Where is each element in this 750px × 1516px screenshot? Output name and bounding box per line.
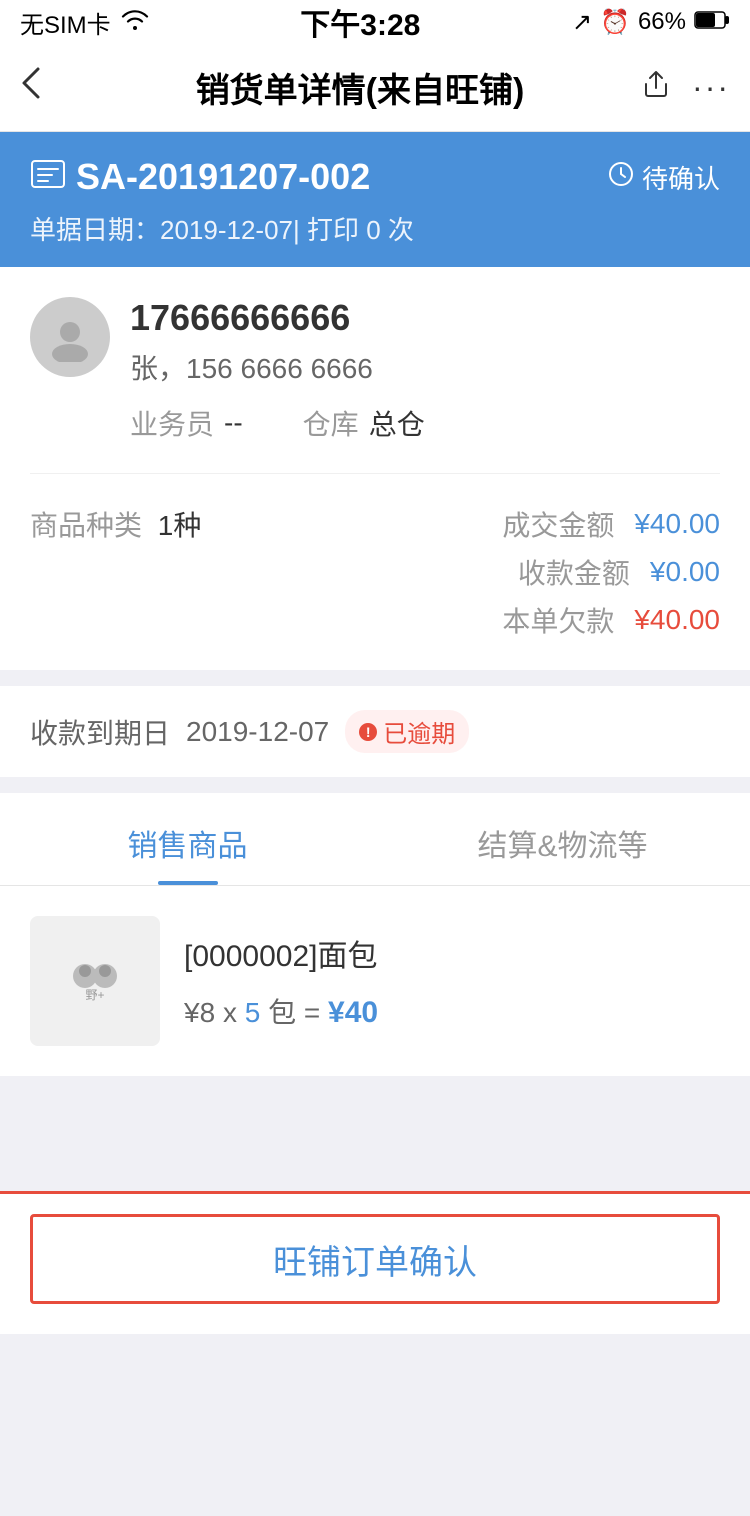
salesperson-value: -- — [224, 407, 243, 439]
received-row: 收款金额 ¥0.00 — [518, 552, 720, 592]
salesperson-meta: 业务员 -- — [130, 403, 243, 443]
confirm-order-button[interactable]: 旺铺订单确认 — [30, 1214, 720, 1304]
tab-sales-products[interactable]: 销售商品 — [0, 793, 375, 885]
order-number: SA-20191207-002 — [30, 156, 370, 198]
more-icon[interactable]: ··· — [692, 69, 730, 106]
tab-settlement-logistics[interactable]: 结算&物流等 — [375, 793, 750, 885]
page-title: 销货单详情(来自旺铺) — [80, 63, 640, 112]
order-icon — [30, 156, 66, 198]
salesperson-label: 业务员 — [130, 403, 214, 443]
battery-text: 66% — [638, 8, 686, 36]
order-status-badge: 待确认 — [608, 159, 720, 196]
overdue-dot-icon: ! — [359, 723, 377, 741]
owed-value: ¥40.00 — [634, 604, 720, 636]
nav-actions: ··· — [640, 68, 730, 108]
battery-icon — [694, 8, 730, 36]
order-date: 单据日期：2019-12-07| 打印 0 次 — [30, 210, 720, 247]
tabs-header: 销售商品 结算&物流等 — [0, 793, 750, 886]
product-type: 商品种类 1种 — [30, 504, 201, 544]
customer-name: 张，156 6666 6666 — [130, 347, 720, 387]
back-button[interactable] — [20, 65, 80, 110]
due-date: 2019-12-07 — [186, 716, 329, 748]
nav-bar: 销货单详情(来自旺铺) ··· — [0, 44, 750, 132]
product-image: 野+ — [30, 916, 160, 1046]
received-value: ¥0.00 — [650, 556, 720, 588]
deal-amount-value: ¥40.00 — [634, 508, 720, 540]
product-price: ¥8 x 5 包 = ¥40 — [184, 991, 720, 1031]
owed-row: 本单欠款 ¥40.00 — [502, 600, 720, 640]
product-total: ¥40 — [328, 996, 378, 1029]
status-time: 下午3:28 — [300, 0, 420, 44]
carrier-text: 无SIM卡 — [20, 5, 111, 40]
warehouse-value: 总仓 — [369, 403, 425, 443]
due-date-section: 收款到期日 2019-12-07 ! 已逾期 — [0, 686, 750, 777]
customer-phone: 17666666666 — [130, 297, 720, 339]
status-right: ↗ ⏰ 66% — [572, 8, 730, 37]
wifi-icon — [121, 8, 149, 37]
clock-icon — [608, 161, 634, 194]
status-bar: 无SIM卡 下午3:28 ↗ ⏰ 66% — [0, 0, 750, 44]
svg-text:野+: 野+ — [85, 988, 104, 1002]
status-left: 无SIM卡 — [20, 5, 149, 40]
tabs-section: 销售商品 结算&物流等 野+ [0000002]面包 ¥8 x 5 包 — [0, 793, 750, 1076]
warehouse-meta: 仓库 总仓 — [303, 403, 425, 443]
alarm-icon: ⏰ — [600, 8, 630, 37]
amount-summary: 成交金额 ¥40.00 收款金额 ¥0.00 本单欠款 ¥40.00 — [502, 504, 720, 640]
deal-amount-row: 成交金额 ¥40.00 — [502, 504, 720, 544]
order-header-card: SA-20191207-002 待确认 单据日期：2019-12-07| 打印 … — [0, 132, 750, 267]
summary-section: 商品种类 1种 成交金额 ¥40.00 收款金额 ¥0.00 本单欠款 ¥40.… — [0, 474, 750, 670]
customer-info: 17666666666 张，156 6666 6666 业务员 -- 仓库 总仓 — [130, 297, 720, 443]
due-label: 收款到期日 — [30, 712, 170, 752]
product-item: 野+ [0000002]面包 ¥8 x 5 包 = ¥40 — [0, 886, 750, 1076]
bottom-bar: 旺铺订单确认 — [0, 1191, 750, 1334]
warehouse-label: 仓库 — [303, 403, 359, 443]
customer-section: 17666666666 张，156 6666 6666 业务员 -- 仓库 总仓… — [0, 267, 750, 670]
product-qty: 5 — [245, 997, 261, 1028]
share-icon[interactable] — [640, 68, 672, 108]
location-icon: ↗ — [572, 8, 592, 37]
product-name: [0000002]面包 — [184, 931, 720, 975]
customer-meta: 业务员 -- 仓库 总仓 — [130, 403, 720, 443]
overdue-badge: ! 已逾期 — [345, 710, 469, 753]
product-info: [0000002]面包 ¥8 x 5 包 = ¥40 — [184, 931, 720, 1031]
avatar — [30, 297, 110, 377]
